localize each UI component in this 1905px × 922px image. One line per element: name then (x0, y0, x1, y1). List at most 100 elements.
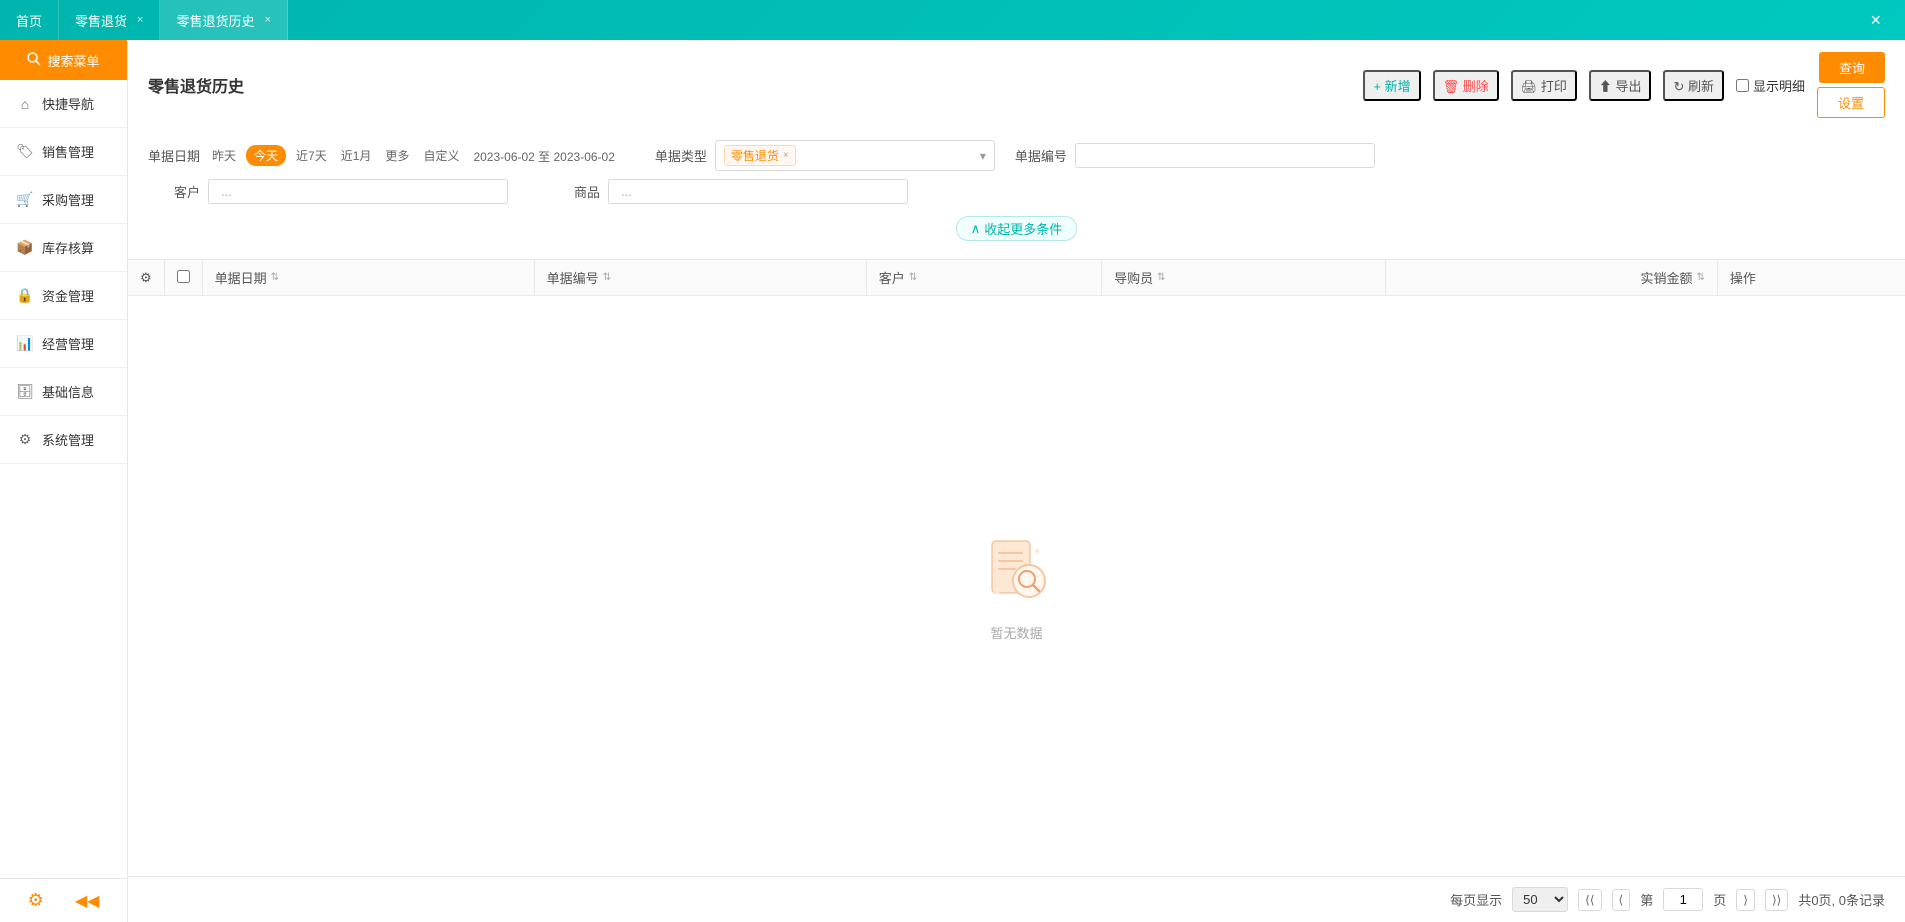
data-table: ⚙ 单据日期 ⇅ 单据编号 (128, 260, 1905, 296)
sidebar-item-operations-label: 经营管理 (42, 334, 94, 353)
sidebar-bottom: ⚙ ◀◀ (0, 878, 127, 922)
goods-placeholder: ... (621, 184, 632, 199)
page-size-label: 每页显示 (1450, 890, 1502, 909)
customer-filter-select[interactable]: ... (208, 179, 508, 204)
chart-icon: 📊 (16, 335, 34, 353)
collapse-up-icon: ∧ (971, 221, 981, 237)
empty-state: 暂无数据 (128, 296, 1905, 876)
tab-retail-return[interactable]: 零售退货 × (59, 0, 160, 40)
th-checkbox[interactable] (164, 260, 202, 296)
type-filter-tag: 零售退货 × (724, 145, 796, 166)
sidebar-item-system-mgmt[interactable]: ⚙ 系统管理 (0, 416, 127, 464)
search-icon (27, 52, 41, 69)
delete-button[interactable]: 🗑 删除 (1433, 70, 1499, 101)
number-sort-icon: ⇅ (603, 273, 611, 283)
prev-page-button[interactable]: ⟨ (1612, 889, 1631, 911)
show-detail-checkbox[interactable] (1736, 79, 1749, 92)
query-button[interactable]: 查询 (1819, 52, 1885, 83)
tab-retail-return-history[interactable]: 零售退货历史 × (160, 0, 287, 40)
goods-filter-select[interactable]: ... (608, 179, 908, 204)
type-filter-tag-value: 零售退货 (731, 147, 779, 164)
tag-icon: 🏷 (16, 143, 34, 161)
customer-filter-label: 客户 (148, 182, 208, 201)
page-word: 第 (1640, 890, 1653, 909)
sidebar-item-inventory-label: 库存核算 (42, 238, 94, 257)
th-date: 单据日期 ⇅ (202, 260, 534, 296)
sidebar-item-purchase-mgmt[interactable]: 🛒 采购管理 (0, 176, 127, 224)
cart-icon: 🛒 (16, 191, 34, 209)
tab-retail-return-history-close[interactable]: × (264, 14, 270, 26)
sidebar-item-finance[interactable]: 🔒 资金管理 (0, 272, 127, 320)
date-filter-label: 单据日期 (148, 146, 208, 165)
th-amount: 实销金额 ⇅ (1385, 260, 1717, 296)
home-icon: ⌂ (16, 95, 34, 113)
sidebar: 搜索菜单 ⌂ 快捷导航 🏷 销售管理 🛒 采购管理 📦 库存核算 🔒 资金管理 (0, 40, 128, 922)
customer-sort-icon: ⇅ (909, 273, 917, 283)
page-size-select[interactable]: 20 50 100 (1512, 887, 1568, 912)
date-yesterday[interactable]: 昨天 (208, 145, 240, 166)
table-header: ⚙ 单据日期 ⇅ 单据编号 (128, 260, 1905, 296)
page-title: 零售退货历史 (148, 73, 244, 97)
sidebar-item-operations[interactable]: 📊 经营管理 (0, 320, 127, 368)
type-dropdown-icon (980, 148, 986, 163)
settings-icon: ⚙ (16, 431, 34, 449)
tab-retail-return-close[interactable]: × (137, 14, 143, 26)
top-bar-right: × (1862, 10, 1905, 31)
select-all-checkbox[interactable] (177, 270, 190, 283)
sidebar-item-sales-mgmt[interactable]: 🏷 销售管理 (0, 128, 127, 176)
sidebar-item-sales-mgmt-label: 销售管理 (42, 142, 94, 161)
page-title-row: 零售退货历史 + 新增 🗑 删除 🖨 打印 ⬆ 导出 ↻ 刷新 显示明细 查询 … (148, 52, 1885, 118)
th-customer-sortable[interactable]: 客户 ⇅ (879, 268, 1089, 287)
type-filter-tag-close[interactable]: × (783, 150, 789, 161)
tab-home[interactable]: 首页 (0, 0, 59, 40)
th-guide-sortable[interactable]: 导购员 ⇅ (1114, 268, 1373, 287)
th-action: 操作 (1717, 260, 1905, 296)
export-button[interactable]: ⬆ 导出 (1589, 70, 1652, 101)
number-filter-input[interactable] (1075, 143, 1375, 168)
gear-bottom-icon[interactable]: ⚙ (28, 890, 44, 911)
app-close-button[interactable]: × (1862, 10, 1889, 31)
th-amount-label: 实销金额 (1640, 268, 1692, 287)
th-gear[interactable]: ⚙ (128, 260, 164, 296)
first-page-button[interactable]: ⟨⟨ (1578, 889, 1601, 911)
date-7days[interactable]: 近7天 (292, 145, 331, 166)
sidebar-search-label: 搜索菜单 (47, 51, 99, 70)
th-number-sortable[interactable]: 单据编号 ⇅ (547, 268, 854, 287)
tab-bar: 首页 零售退货 × 零售退货历史 × (0, 0, 1862, 40)
print-button[interactable]: 🖨 打印 (1511, 70, 1577, 101)
th-action-label: 操作 (1730, 271, 1756, 286)
last-page-button[interactable]: ⟩⟩ (1765, 889, 1788, 911)
th-number-label: 单据编号 (547, 268, 599, 287)
sidebar-search[interactable]: 搜索菜单 (0, 40, 127, 80)
toolbar-actions: + 新增 🗑 删除 🖨 打印 ⬆ 导出 ↻ 刷新 显示明细 查询 设置 (1363, 52, 1885, 118)
type-filter-select[interactable]: 零售退货 × (715, 140, 995, 171)
sidebar-item-basic-info[interactable]: 🗄 基础信息 (0, 368, 127, 416)
sidebar-item-quick-nav[interactable]: ⌂ 快捷导航 (0, 80, 127, 128)
sidebar-item-inventory[interactable]: 📦 库存核算 (0, 224, 127, 272)
show-detail-label: 显示明细 (1736, 76, 1805, 95)
sidebar-item-purchase-mgmt-label: 采购管理 (42, 190, 94, 209)
filter-area: 单据日期 昨天 今天 近7天 近1月 更多 自定义 2023-06-02 至 2… (148, 130, 1885, 259)
amount-sort-icon: ⇅ (1697, 273, 1705, 283)
top-bar: 首页 零售退货 × 零售退货历史 × × (0, 0, 1905, 40)
th-date-sortable[interactable]: 单据日期 ⇅ (215, 268, 522, 287)
speaker-icon[interactable]: ◀◀ (75, 891, 100, 911)
refresh-button[interactable]: ↻ 刷新 (1663, 70, 1724, 101)
th-customer: 客户 ⇅ (866, 260, 1101, 296)
customer-placeholder: ... (221, 184, 232, 199)
date-today[interactable]: 今天 (246, 145, 286, 166)
add-button[interactable]: + 新增 (1363, 70, 1420, 101)
table-container: ⚙ 单据日期 ⇅ 单据编号 (128, 260, 1905, 922)
warehouse-icon: 📦 (16, 239, 34, 257)
date-more[interactable]: 更多 (381, 145, 413, 166)
date-custom[interactable]: 自定义 (419, 145, 463, 166)
collapse-button[interactable]: ∧ 收起更多条件 (956, 216, 1078, 241)
date-1month[interactable]: 近1月 (337, 145, 376, 166)
table-header-row: ⚙ 单据日期 ⇅ 单据编号 (128, 260, 1905, 296)
page-number-input[interactable] (1663, 888, 1703, 911)
next-page-button[interactable]: ⟩ (1736, 889, 1755, 911)
gear-icon: ⚙ (140, 270, 152, 285)
th-amount-sortable[interactable]: 实销金额 ⇅ (1398, 268, 1705, 287)
settings-button[interactable]: 设置 (1817, 87, 1885, 118)
content-area: 零售退货历史 + 新增 🗑 删除 🖨 打印 ⬆ 导出 ↻ 刷新 显示明细 查询 … (128, 40, 1905, 922)
